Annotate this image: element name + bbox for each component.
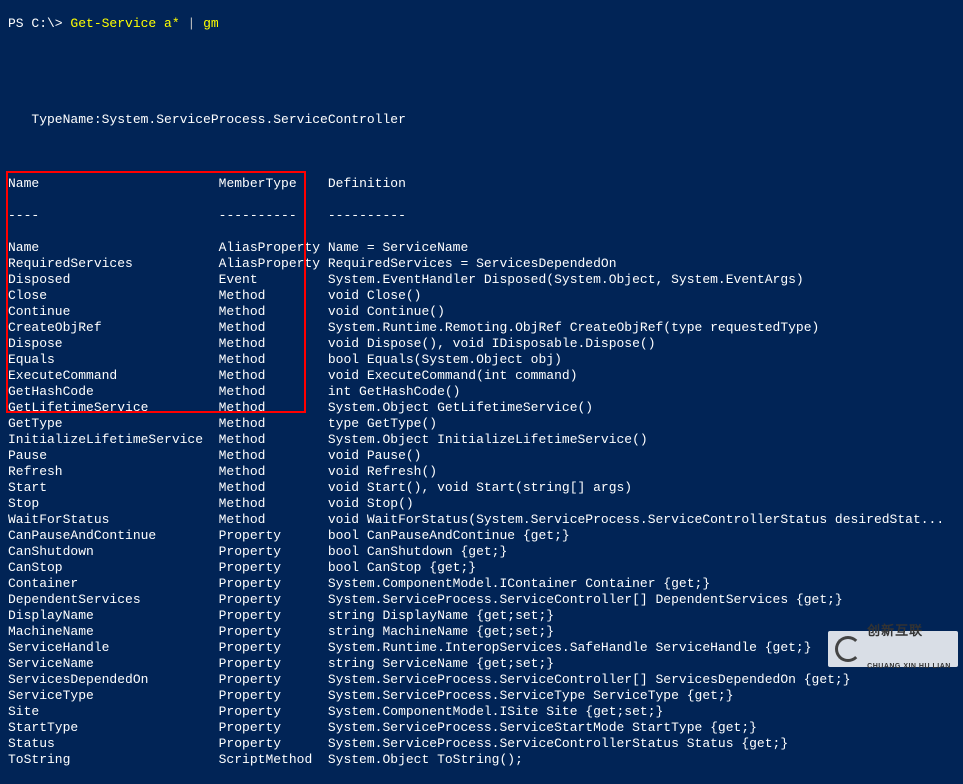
header-name: Name	[8, 176, 219, 191]
member-row: GetType Method type GetType()	[8, 416, 944, 432]
terminal-output: PS C:\> Get-Service a* | gm TypeName:Sys…	[8, 0, 944, 784]
member-row: GetHashCode Method int GetHashCode()	[8, 384, 944, 400]
member-row: MachineName Property string MachineName …	[8, 624, 944, 640]
member-row: Stop Method void Stop()	[8, 496, 944, 512]
watermark-logo: 创新互联 CHUANG XIN HU LIAN	[828, 631, 958, 667]
member-row: CanPauseAndContinue Property bool CanPau…	[8, 528, 944, 544]
member-row: CanStop Property bool CanStop {get;}	[8, 560, 944, 576]
member-row: Site Property System.ComponentModel.ISit…	[8, 704, 944, 720]
blank-line	[8, 48, 944, 64]
member-row: ServicesDependedOn Property System.Servi…	[8, 672, 944, 688]
member-row: InitializeLifetimeService Method System.…	[8, 432, 944, 448]
header-definition: Definition	[328, 176, 406, 191]
command-1: Get-Service	[70, 16, 156, 31]
member-row: ServiceType Property System.ServiceProce…	[8, 688, 944, 704]
member-row: GetLifetimeService Method System.Object …	[8, 400, 944, 416]
header-row: Name MemberType Definition	[8, 176, 944, 192]
header-membertype: MemberType	[219, 176, 328, 191]
member-row: Refresh Method void Refresh()	[8, 464, 944, 480]
prompt-prefix: PS C:\>	[8, 16, 70, 31]
member-row: StartType Property System.ServiceProcess…	[8, 720, 944, 736]
typename-line: TypeName:System.ServiceProcess.ServiceCo…	[8, 112, 944, 128]
command-2: gm	[195, 16, 218, 31]
member-row: Name AliasProperty Name = ServiceName	[8, 240, 944, 256]
member-row: Disposed Event System.EventHandler Dispo…	[8, 272, 944, 288]
member-row: Pause Method void Pause()	[8, 448, 944, 464]
member-row: Continue Method void Continue()	[8, 304, 944, 320]
member-row: ServiceHandle Property System.Runtime.In…	[8, 640, 944, 656]
prompt-line[interactable]: PS C:\> Get-Service a* | gm	[8, 16, 944, 32]
member-row: WaitForStatus Method void WaitForStatus(…	[8, 512, 944, 528]
member-row: Status Property System.ServiceProcess.Se…	[8, 736, 944, 752]
member-row: ServiceName Property string ServiceName …	[8, 656, 944, 672]
member-row: CreateObjRef Method System.Runtime.Remot…	[8, 320, 944, 336]
header-underline: ---- ---------- ----------	[8, 208, 944, 224]
member-row: ExecuteCommand Method void ExecuteComman…	[8, 368, 944, 384]
watermark-icon	[835, 636, 861, 662]
member-row: Container Property System.ComponentModel…	[8, 576, 944, 592]
member-row: DisplayName Property string DisplayName …	[8, 608, 944, 624]
member-row: CanShutdown Property bool CanShutdown {g…	[8, 544, 944, 560]
member-row: Close Method void Close()	[8, 288, 944, 304]
member-row: ToString ScriptMethod System.Object ToSt…	[8, 752, 944, 768]
blank-line	[8, 80, 944, 96]
watermark-text: 创新互联 CHUANG XIN HU LIAN	[867, 601, 951, 697]
member-row: DependentServices Property System.Servic…	[8, 592, 944, 608]
member-row: Equals Method bool Equals(System.Object …	[8, 352, 944, 368]
blank-line	[8, 144, 944, 160]
member-row: Start Method void Start(), void Start(st…	[8, 480, 944, 496]
command-arg: a*	[156, 16, 187, 31]
member-row: RequiredServices AliasProperty RequiredS…	[8, 256, 944, 272]
member-row: Dispose Method void Dispose(), void IDis…	[8, 336, 944, 352]
